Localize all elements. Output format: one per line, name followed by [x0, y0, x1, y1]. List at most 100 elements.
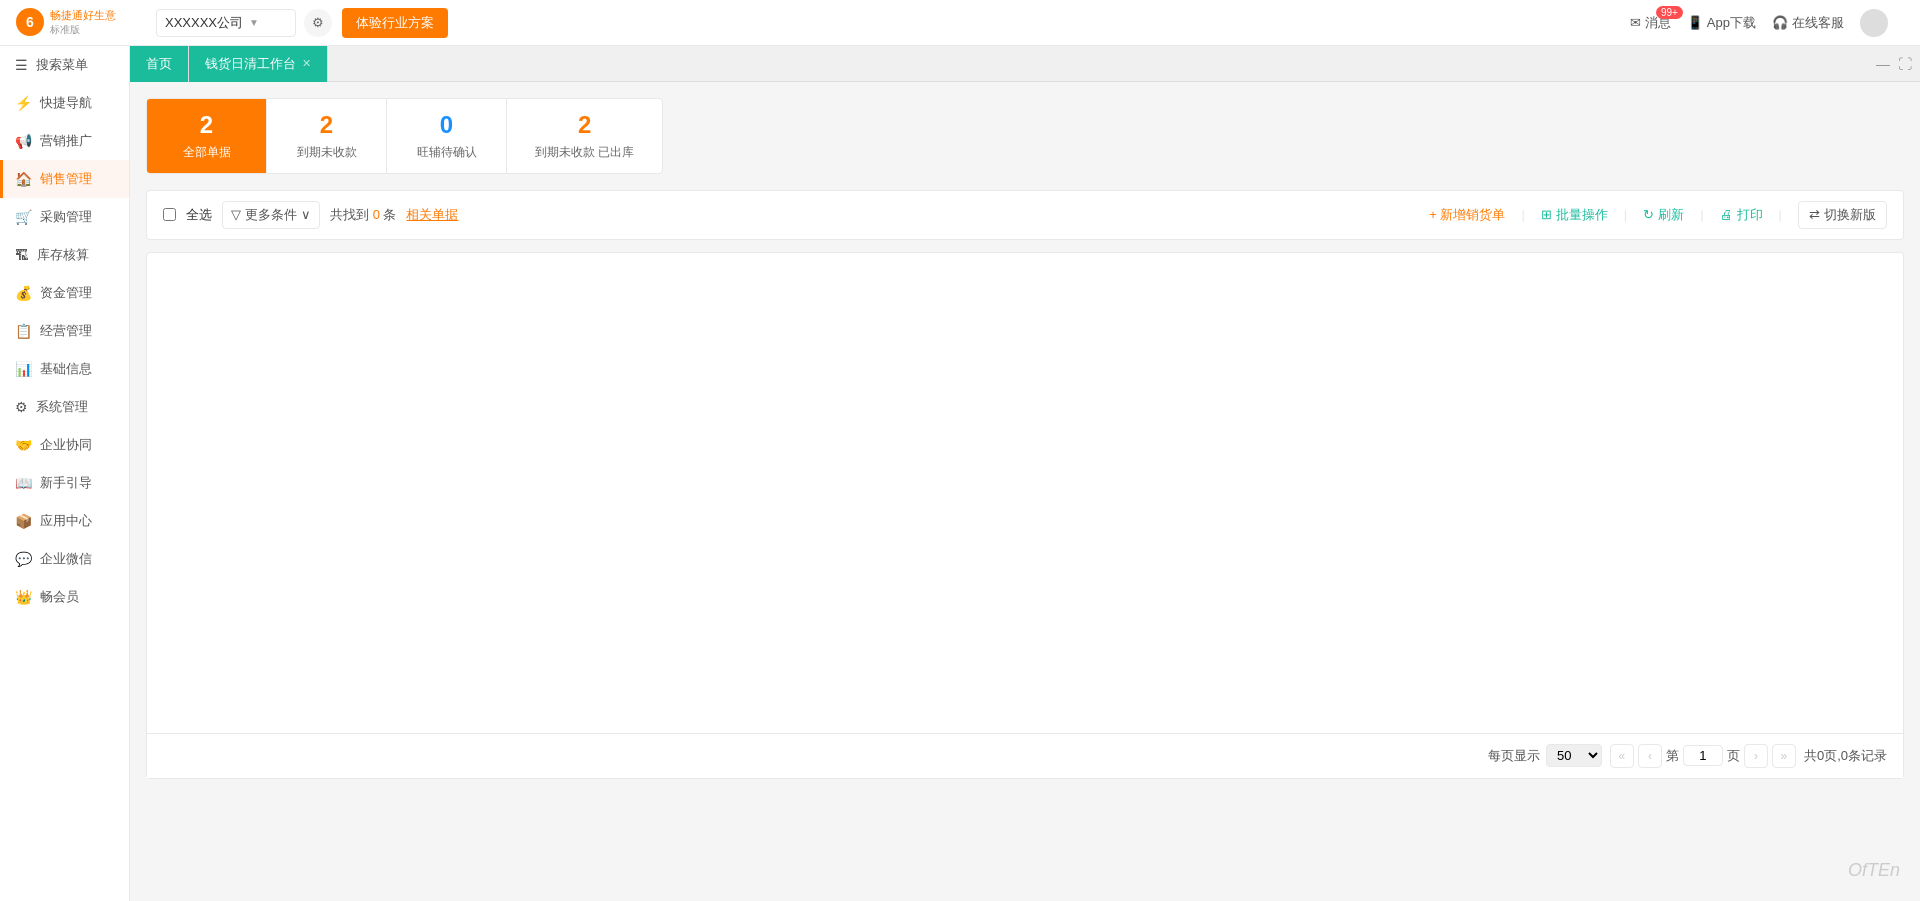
page-size-selector: 每页显示 50 20 100 — [1488, 744, 1602, 767]
online-service-label: 在线客服 — [1792, 14, 1844, 32]
sidebar-icon-wechat: 💬 — [15, 551, 32, 567]
sidebar-label-shortcut: 快捷导航 — [40, 94, 92, 112]
sidebar-icon-marketing: 📢 — [15, 133, 32, 149]
sidebar-label-enterprise: 企业协同 — [40, 436, 92, 454]
first-page-button[interactable]: « — [1610, 744, 1634, 768]
sidebar-icon-sales: 🏠 — [15, 171, 32, 187]
select-all-checkbox[interactable] — [163, 208, 176, 221]
sidebar-icon-appstore: 📦 — [15, 513, 32, 529]
sidebar-item-member[interactable]: 👑 畅会员 — [0, 578, 129, 616]
tab-home-label: 首页 — [146, 55, 172, 73]
stat-pending-number: 0 — [415, 111, 478, 140]
page-size-select[interactable]: 50 20 100 — [1546, 744, 1602, 767]
stat-overdue-unpaid[interactable]: 2 到期未收款 — [267, 99, 387, 173]
sidebar-item-marketing[interactable]: 📢 营销推广 — [0, 122, 129, 160]
sidebar-icon-inventory: 🏗 — [15, 247, 29, 263]
experience-button[interactable]: 体验行业方案 — [342, 8, 448, 38]
filter-label: 更多条件 — [245, 206, 297, 224]
sidebar-icon-system: ⚙ — [15, 399, 28, 415]
stat-all-number: 2 — [175, 111, 238, 140]
stat-all[interactable]: 2 全部单据 — [147, 99, 267, 173]
last-page-button[interactable]: » — [1772, 744, 1796, 768]
page-label-end: 页 — [1727, 747, 1740, 765]
batch-operation-button[interactable]: ⊞ 批量操作 — [1541, 206, 1608, 224]
user-avatar[interactable] — [1860, 9, 1888, 37]
stat-pending-label: 旺辅待确认 — [415, 144, 478, 161]
message-icon: ✉ — [1630, 15, 1641, 30]
settings-button[interactable]: ⚙ — [304, 9, 332, 37]
sidebar-item-finance[interactable]: 💰 资金管理 — [0, 274, 129, 312]
stat-all-label: 全部单据 — [175, 144, 238, 161]
sidebar-label-sales: 销售管理 — [40, 170, 92, 188]
sidebar-label-finance: 资金管理 — [40, 284, 92, 302]
sidebar-label-search: 搜索菜单 — [36, 56, 88, 74]
sidebar-item-guide[interactable]: 📖 新手引导 — [0, 464, 129, 502]
toolbar-left: 全选 ▽ 更多条件 ∨ 共找到 0 条 相关单据 — [163, 201, 1417, 229]
switch-version-button[interactable]: ⇄ 切换新版 — [1798, 201, 1887, 229]
sidebar-item-shortcut[interactable]: ⚡ 快捷导航 — [0, 84, 129, 122]
app-download-button[interactable]: 📱 App下载 — [1687, 14, 1756, 32]
sidebar-item-appstore[interactable]: 📦 应用中心 — [0, 502, 129, 540]
logo-area: 6 畅捷通好生意 标准版 — [16, 8, 146, 36]
sidebar-item-inventory[interactable]: 🏗 库存核算 — [0, 236, 129, 274]
tab-expand-icon[interactable]: ⛶ — [1898, 56, 1912, 72]
stats-cards: 2 全部单据 2 到期未收款 0 旺辅待确认 2 到期未收款 已出库 — [146, 98, 663, 174]
sidebar-icon-purchase: 🛒 — [15, 209, 32, 225]
header-right: ✉ 消息 99+ 📱 App下载 🎧 在线客服 — [1630, 9, 1904, 37]
sidebar-label-inventory: 库存核算 — [37, 246, 89, 264]
pagination: 每页显示 50 20 100 « ‹ 第 页 › » 共0页,0条记录 — [147, 733, 1903, 778]
online-service-button[interactable]: 🎧 在线客服 — [1772, 14, 1844, 32]
filter-button[interactable]: ▽ 更多条件 ∨ — [222, 201, 320, 229]
sidebar-item-search[interactable]: ☰ 搜索菜单 — [0, 46, 129, 84]
found-text: 共找到 0 条 — [330, 206, 396, 224]
stat-overdue-label: 到期未收款 — [295, 144, 358, 161]
sidebar-icon-member: 👑 — [15, 589, 32, 605]
sidebar-item-enterprise[interactable]: 🤝 企业协同 — [0, 426, 129, 464]
sidebar-item-basic[interactable]: 📊 基础信息 — [0, 350, 129, 388]
stat-overdue-number: 2 — [295, 111, 358, 140]
page-input[interactable] — [1683, 745, 1723, 766]
prev-page-button[interactable]: ‹ — [1638, 744, 1662, 768]
company-selector[interactable]: XXXXXX公司 ▼ — [156, 9, 296, 37]
message-button[interactable]: ✉ 消息 99+ — [1630, 14, 1671, 32]
tab-close-icon[interactable]: ✕ — [302, 57, 311, 70]
refresh-icon: ↻ — [1643, 207, 1654, 222]
sidebar-item-operation[interactable]: 📋 经营管理 — [0, 312, 129, 350]
filter-chevron-icon: ∨ — [301, 207, 311, 222]
refresh-button[interactable]: ↻ 刷新 — [1643, 206, 1684, 224]
top-header: 6 畅捷通好生意 标准版 XXXXXX公司 ▼ ⚙ 体验行业方案 ✉ 消息 99… — [0, 0, 1920, 46]
new-sale-button[interactable]: + 新增销货单 — [1429, 206, 1505, 224]
sidebar-label-guide: 新手引导 — [40, 474, 92, 492]
sidebar-item-system[interactable]: ⚙ 系统管理 — [0, 388, 129, 426]
page-label: 第 — [1666, 747, 1679, 765]
tab-cashflow[interactable]: 钱货日清工作台 ✕ — [189, 46, 328, 82]
sidebar-icon-search: ☰ — [15, 57, 28, 73]
print-button[interactable]: 🖨 打印 — [1720, 206, 1763, 224]
sidebar: ☰ 搜索菜单 ⚡ 快捷导航 📢 营销推广 🏠 销售管理 🛒 采购管理 🏗 库存核… — [0, 46, 130, 901]
next-page-button[interactable]: › — [1744, 744, 1768, 768]
sidebar-item-purchase[interactable]: 🛒 采购管理 — [0, 198, 129, 236]
tab-home[interactable]: 首页 — [130, 46, 189, 82]
sidebar-icon-basic: 📊 — [15, 361, 32, 377]
toolbar: 全选 ▽ 更多条件 ∨ 共找到 0 条 相关单据 + 新增销货单 | ⊞ 批量操… — [146, 190, 1904, 240]
message-badge: 99+ — [1656, 6, 1683, 19]
stat-overdue-not-out[interactable]: 2 到期未收款 已出库 — [507, 99, 662, 173]
sidebar-label-purchase: 采购管理 — [40, 208, 92, 226]
stat-pending-confirm[interactable]: 0 旺辅待确认 — [387, 99, 507, 173]
tab-bar: 首页 钱货日清工作台 ✕ — ⛶ — [130, 46, 1920, 82]
content-area: 每页显示 50 20 100 « ‹ 第 页 › » 共0页,0条记录 — [146, 252, 1904, 779]
download-icon: 📱 — [1687, 15, 1703, 30]
filter-icon: ▽ — [231, 207, 241, 222]
page-size-label: 每页显示 — [1488, 747, 1540, 765]
related-records-link[interactable]: 相关单据 — [406, 206, 458, 224]
sidebar-item-wechat[interactable]: 💬 企业微信 — [0, 540, 129, 578]
service-icon: 🎧 — [1772, 15, 1788, 30]
sidebar-item-sales[interactable]: 🏠 销售管理 — [0, 160, 129, 198]
sidebar-icon-enterprise: 🤝 — [15, 437, 32, 453]
sidebar-label-member: 畅会员 — [40, 588, 79, 606]
table-empty-area — [147, 253, 1903, 733]
tab-minimize-icon[interactable]: — — [1876, 56, 1890, 72]
sidebar-label-appstore: 应用中心 — [40, 512, 92, 530]
sidebar-label-basic: 基础信息 — [40, 360, 92, 378]
tab-cashflow-label: 钱货日清工作台 — [205, 55, 296, 73]
